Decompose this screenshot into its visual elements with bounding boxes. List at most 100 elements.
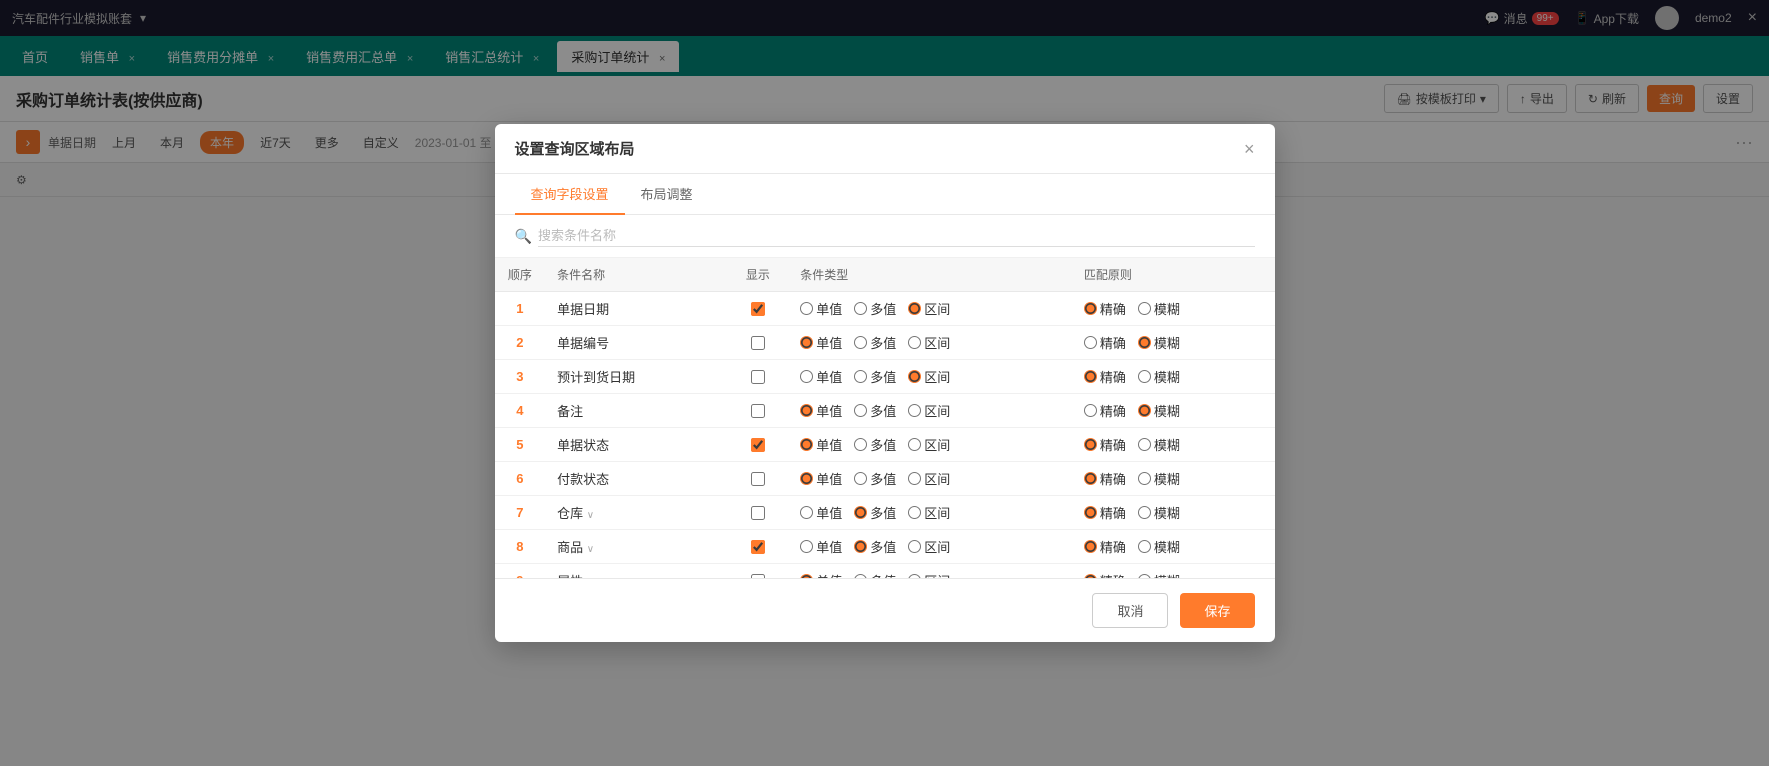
match-option-精确[interactable]: 精确 xyxy=(1084,333,1126,352)
cell-display xyxy=(727,326,788,360)
match-option-精确[interactable]: 精确 xyxy=(1084,367,1126,386)
type-option-单值[interactable]: 单值 xyxy=(800,469,842,488)
type-option-区间[interactable]: 区间 xyxy=(908,367,950,386)
cell-display xyxy=(727,292,788,326)
display-checkbox-0[interactable] xyxy=(751,302,765,316)
cell-match: 精确模糊 xyxy=(1072,462,1275,496)
display-checkbox-2[interactable] xyxy=(751,370,765,384)
type-option-区间[interactable]: 区间 xyxy=(908,435,950,454)
display-checkbox-3[interactable] xyxy=(751,404,765,418)
type-option-单值[interactable]: 单值 xyxy=(800,367,842,386)
type-option-多值[interactable]: 多值 xyxy=(854,367,896,386)
type-option-单值[interactable]: 单值 xyxy=(800,333,842,352)
match-option-模糊[interactable]: 模糊 xyxy=(1138,367,1180,386)
table-row: 3预计到货日期单值多值区间精确模糊 xyxy=(495,360,1275,394)
match-option-精确[interactable]: 精确 xyxy=(1084,571,1126,578)
cell-type: 单值多值区间 xyxy=(788,462,1072,496)
display-checkbox-6[interactable] xyxy=(751,506,765,520)
type-option-多值[interactable]: 多值 xyxy=(854,469,896,488)
type-option-区间[interactable]: 区间 xyxy=(908,333,950,352)
type-option-多值[interactable]: 多值 xyxy=(854,537,896,556)
dialog-footer: 取消 保存 xyxy=(495,578,1275,642)
table-row: 2单据编号单值多值区间精确模糊 xyxy=(495,326,1275,360)
table-row: 8商品 ∨单值多值区间精确模糊 xyxy=(495,530,1275,564)
dialog-body: 顺序 条件名称 显示 条件类型 匹配原则 1单据日期单值多值区间精确模糊2单据编… xyxy=(495,258,1275,578)
match-option-模糊[interactable]: 模糊 xyxy=(1138,333,1180,352)
search-icon: 🔍 xyxy=(515,228,532,245)
match-option-模糊[interactable]: 模糊 xyxy=(1138,401,1180,420)
match-option-精确[interactable]: 精确 xyxy=(1084,537,1126,556)
cell-type: 单值多值区间 xyxy=(788,394,1072,428)
type-option-多值[interactable]: 多值 xyxy=(854,503,896,522)
conditions-table-scroll[interactable]: 顺序 条件名称 显示 条件类型 匹配原则 1单据日期单值多值区间精确模糊2单据编… xyxy=(495,258,1275,578)
match-option-精确[interactable]: 精确 xyxy=(1084,401,1126,420)
cell-type: 单值多值区间 xyxy=(788,530,1072,564)
match-option-精确[interactable]: 精确 xyxy=(1084,299,1126,318)
tab-layout[interactable]: 布局调整 xyxy=(625,174,709,215)
tab-query-fields[interactable]: 查询字段设置 xyxy=(515,174,625,215)
type-option-区间[interactable]: 区间 xyxy=(908,401,950,420)
type-option-多值[interactable]: 多值 xyxy=(854,333,896,352)
cell-match: 精确模糊 xyxy=(1072,292,1275,326)
dialog-close-button[interactable]: × xyxy=(1244,140,1255,158)
match-option-模糊[interactable]: 模糊 xyxy=(1138,571,1180,578)
cell-display xyxy=(727,530,788,564)
cell-display xyxy=(727,564,788,579)
match-option-模糊[interactable]: 模糊 xyxy=(1138,503,1180,522)
cell-name: 仓库 ∨ xyxy=(545,496,727,530)
match-option-模糊[interactable]: 模糊 xyxy=(1138,299,1180,318)
type-option-单值[interactable]: 单值 xyxy=(800,537,842,556)
col-header-display: 显示 xyxy=(727,258,788,292)
cell-type: 单值 多值 区间 xyxy=(788,564,1072,579)
match-option-精确[interactable]: 精确 xyxy=(1084,503,1126,522)
type-option-区间[interactable]: 区间 xyxy=(908,299,950,318)
cancel-button[interactable]: 取消 xyxy=(1092,593,1168,628)
type-option-单值[interactable]: 单值 xyxy=(800,435,842,454)
type-option-多值[interactable]: 多值 xyxy=(854,571,896,578)
cell-type: 单值多值区间 xyxy=(788,292,1072,326)
cell-match: 精确模糊 xyxy=(1072,530,1275,564)
col-header-match: 匹配原则 xyxy=(1072,258,1275,292)
type-option-单值[interactable]: 单值 xyxy=(800,401,842,420)
match-option-精确[interactable]: 精确 xyxy=(1084,469,1126,488)
cell-order: 1 xyxy=(495,292,546,326)
dialog-tabs: 查询字段设置 布局调整 xyxy=(495,174,1275,215)
cell-order: 8 xyxy=(495,530,546,564)
type-option-多值[interactable]: 多值 xyxy=(854,401,896,420)
modal-overlay: 设置查询区域布局 × 查询字段设置 布局调整 🔍 顺序 条件名称 显示 xyxy=(0,0,1769,766)
type-option-区间[interactable]: 区间 xyxy=(908,503,950,522)
match-option-精确[interactable]: 精确 xyxy=(1084,435,1126,454)
cell-display xyxy=(727,496,788,530)
cell-display xyxy=(727,360,788,394)
type-option-区间[interactable]: 区间 xyxy=(908,571,950,578)
cell-order: 7 xyxy=(495,496,546,530)
display-checkbox-5[interactable] xyxy=(751,472,765,486)
table-row: 6付款状态单值多值区间精确模糊 xyxy=(495,462,1275,496)
display-checkbox-1[interactable] xyxy=(751,336,765,350)
match-option-模糊[interactable]: 模糊 xyxy=(1138,435,1180,454)
cell-match: 精确 模糊 xyxy=(1072,564,1275,579)
search-input[interactable] xyxy=(538,225,1255,247)
type-option-单值[interactable]: 单值 xyxy=(800,503,842,522)
cell-order: 5 xyxy=(495,428,546,462)
display-checkbox-7[interactable] xyxy=(751,540,765,554)
display-checkbox-4[interactable] xyxy=(751,438,765,452)
cell-match: 精确模糊 xyxy=(1072,394,1275,428)
cell-order: 9 xyxy=(495,564,546,579)
col-header-type: 条件类型 xyxy=(788,258,1072,292)
type-option-区间[interactable]: 区间 xyxy=(908,537,950,556)
match-option-模糊[interactable]: 模糊 xyxy=(1138,469,1180,488)
type-option-区间[interactable]: 区间 xyxy=(908,469,950,488)
table-row: 1单据日期单值多值区间精确模糊 xyxy=(495,292,1275,326)
condition-name: 仓库 xyxy=(557,506,583,521)
cell-match: 精确模糊 xyxy=(1072,428,1275,462)
type-option-单值[interactable]: 单值 xyxy=(800,299,842,318)
match-option-模糊[interactable]: 模糊 xyxy=(1138,537,1180,556)
cell-name: 预计到货日期 xyxy=(545,360,727,394)
type-option-单值[interactable]: 单值 xyxy=(800,571,842,578)
save-button[interactable]: 保存 xyxy=(1180,593,1254,628)
type-option-多值[interactable]: 多值 xyxy=(854,435,896,454)
cell-name: 单据编号 xyxy=(545,326,727,360)
type-option-多值[interactable]: 多值 xyxy=(854,299,896,318)
cell-type: 单值多值区间 xyxy=(788,360,1072,394)
